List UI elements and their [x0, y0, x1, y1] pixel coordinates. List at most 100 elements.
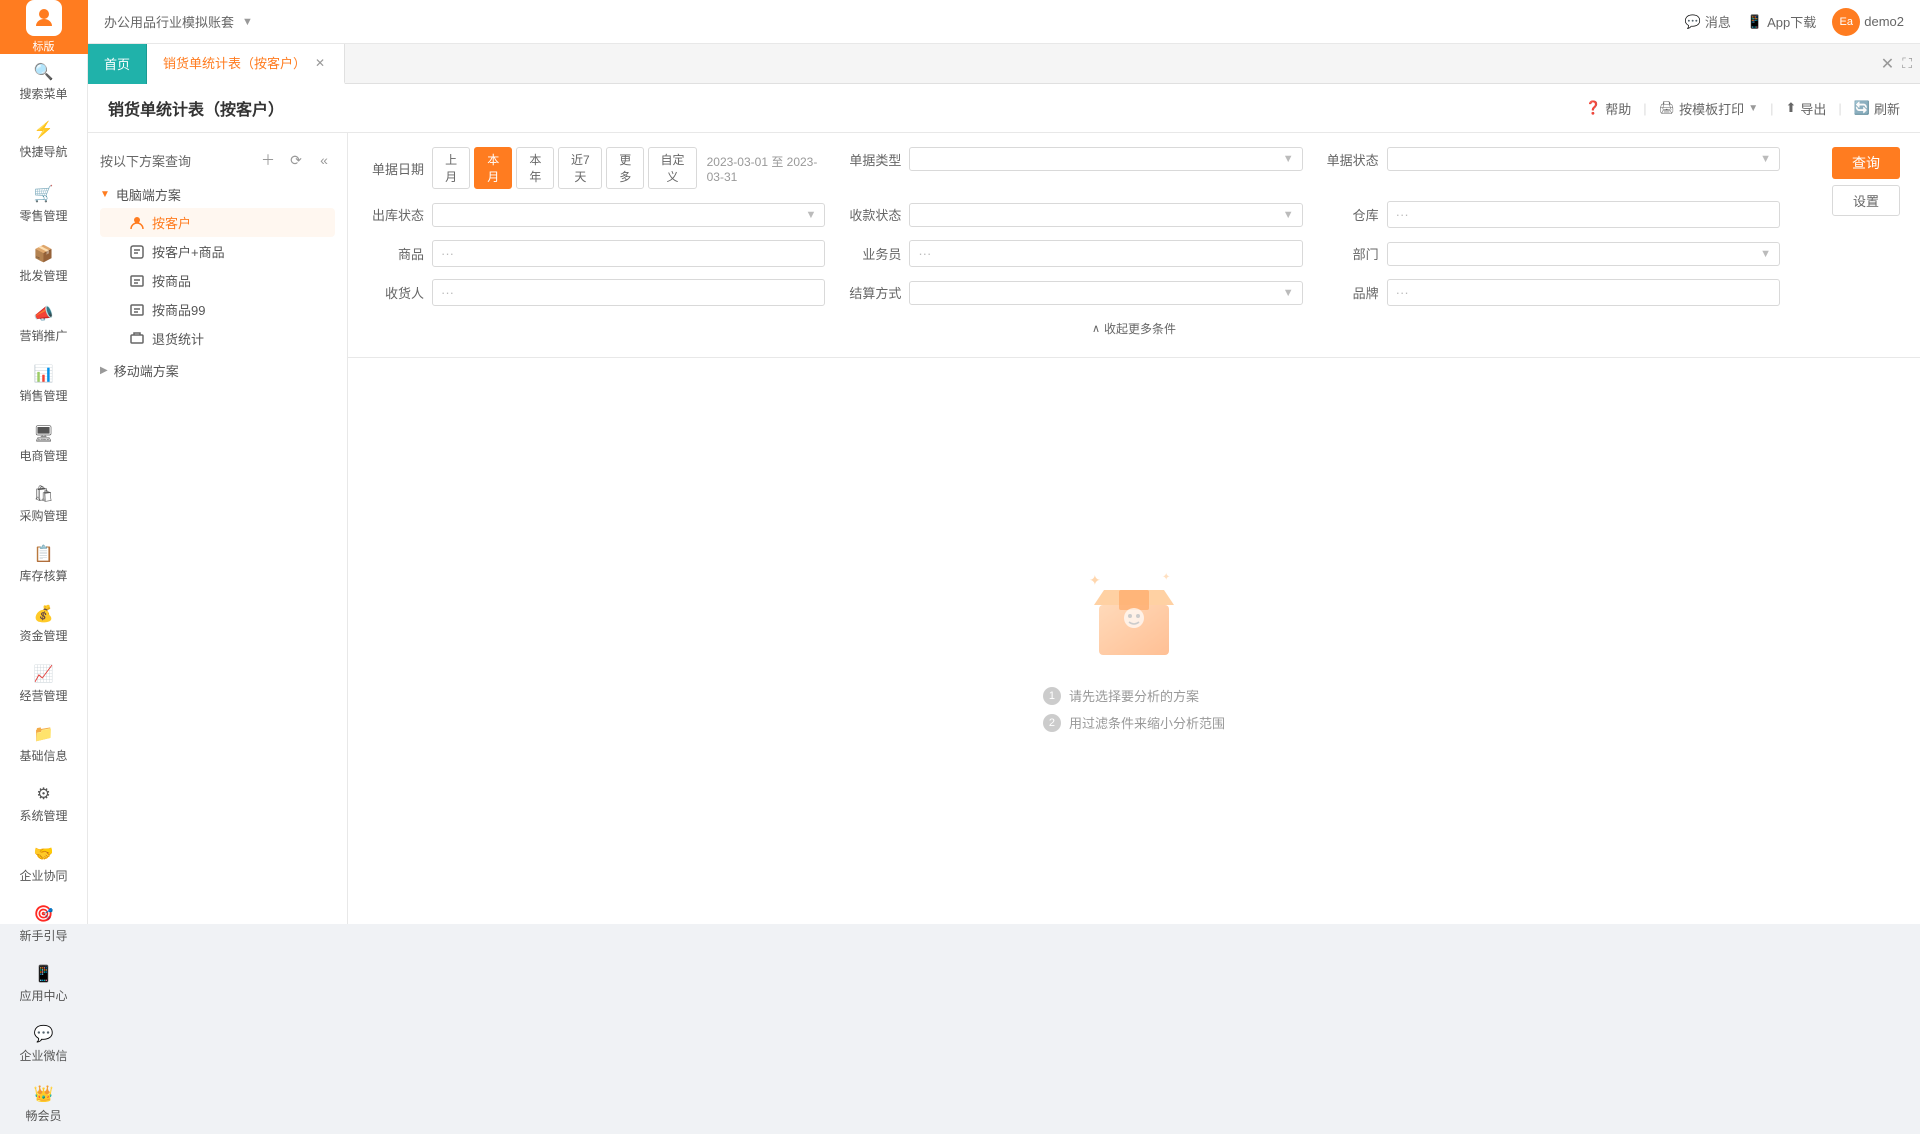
date-btn-more[interactable]: 更多: [606, 147, 644, 189]
tab-bar: 首页 销货单统计表（按客户） ✕ ✕ ⛶: [88, 44, 1920, 84]
sidebar-item-basic[interactable]: 📁 基础信息: [0, 714, 88, 774]
empty-illustration: ✦ ✦: [1074, 550, 1194, 670]
add-scheme-button[interactable]: ＋: [257, 149, 279, 171]
content: 销货单统计表（按客户） ❓ 帮助 | 🖨 按模板打印 ▼ | ⬆ 导出 |: [88, 84, 1920, 924]
sidebar-item-wholesale[interactable]: 📦 批发管理: [0, 234, 88, 294]
delivery-status-label: 出库状态: [368, 205, 424, 224]
user-profile[interactable]: Ea demo2: [1832, 8, 1904, 36]
date-btn-custom[interactable]: 自定义: [648, 147, 696, 189]
collapse-label: 收起更多条件: [1104, 320, 1176, 337]
scheme-item-by-goods[interactable]: 按商品: [100, 266, 335, 295]
scheme-item-by-customer-goods[interactable]: 按客户+商品: [100, 237, 335, 266]
close-window-icon[interactable]: ✕: [1881, 54, 1894, 74]
payment-status-select[interactable]: ▼: [909, 203, 1302, 227]
date-btn-this-month[interactable]: 本月: [474, 147, 512, 189]
collapse-bar[interactable]: ∧ 收起更多条件: [368, 314, 1900, 343]
settings-button[interactable]: 设置: [1832, 185, 1900, 216]
sidebar-item-quick-nav-label: 快捷导航: [19, 143, 67, 160]
scheme-item-by-goods-99[interactable]: 按商品99: [100, 295, 335, 324]
message-label: 消息: [1705, 12, 1731, 31]
settlement-select[interactable]: ▼: [909, 281, 1302, 305]
sidebar-item-finance[interactable]: 💰 资金管理: [0, 594, 88, 654]
sidebar-item-ecommerce[interactable]: 🖥 电商管理: [0, 414, 88, 474]
refresh-scheme-button[interactable]: ⟳: [285, 149, 307, 171]
sidebar-item-member-label: 畅会员: [25, 1107, 61, 1124]
filter-area: 单据日期 上月 本月 本年 近7天 更多 自定义 2023-03-01 至 20…: [348, 133, 1920, 358]
sidebar-item-purchase[interactable]: 🛍 采购管理: [0, 474, 88, 534]
filter-payment-item: 收款状态 ▼: [845, 203, 1302, 227]
sidebar-item-system[interactable]: ⚙ 系统管理: [0, 774, 88, 834]
by-customer-icon: [128, 214, 146, 232]
tab-sales-stats[interactable]: 销货单统计表（按客户） ✕: [147, 44, 345, 84]
sidebar-item-sales[interactable]: 📊 销售管理: [0, 354, 88, 414]
divider-1: |: [1643, 101, 1646, 116]
warehouse-select[interactable]: ···: [1387, 201, 1780, 228]
export-button[interactable]: ⬆ 导出: [1785, 99, 1826, 118]
date-btn-last-7-days[interactable]: 近7天: [558, 147, 602, 189]
delivery-status-select[interactable]: ▼: [432, 203, 825, 227]
category-desktop-label: 电脑端方案: [116, 185, 181, 204]
sidebar-item-operations[interactable]: 📈 经营管理: [0, 654, 88, 714]
scheme-item-by-goods-99-label: 按商品99: [152, 300, 323, 319]
query-button[interactable]: 查询: [1832, 147, 1900, 179]
category-mobile-label: 移动端方案: [114, 361, 179, 380]
scheme-category-desktop-header[interactable]: ▼ 电脑端方案: [100, 181, 335, 208]
purchase-icon: 🛍: [34, 484, 54, 504]
bill-type-select[interactable]: ▼: [909, 147, 1302, 171]
salesperson-select[interactable]: ···: [909, 240, 1302, 267]
category-arrow-icon: ▼: [100, 189, 110, 200]
goods-label: 商品: [368, 244, 424, 263]
sidebar-item-marketing[interactable]: 📣 营销推广: [0, 294, 88, 354]
date-btn-last-month[interactable]: 上月: [432, 147, 470, 189]
hint-1-text: 请先选择要分析的方案: [1069, 686, 1199, 705]
sidebar-item-retail[interactable]: 🛒 零售管理: [0, 174, 88, 234]
department-label: 部门: [1323, 244, 1379, 263]
finance-icon: 💰: [34, 604, 54, 624]
bill-status-select[interactable]: ▼: [1387, 147, 1780, 171]
goods-select[interactable]: ···: [432, 240, 825, 267]
print-dropdown-icon: ▼: [1748, 103, 1758, 114]
brand-select[interactable]: ···: [1387, 279, 1780, 306]
enterprise-wechat-icon: 💬: [34, 1024, 54, 1044]
sidebar-item-member[interactable]: 👑 畅会员: [0, 1074, 88, 1134]
app-download-label: App下载: [1767, 12, 1816, 31]
header-left: 办公用品行业模拟账套 ▼: [104, 12, 253, 31]
collapse-panel-button[interactable]: «: [313, 149, 335, 171]
logo[interactable]: 标版: [0, 0, 88, 54]
maximize-icon[interactable]: ⛶: [1902, 55, 1912, 72]
panel-header: 按以下方案查询 ＋ ⟳ «: [88, 145, 347, 179]
empty-hints: 1 请先选择要分析的方案 2 用过滤条件来缩小分析范围: [1043, 686, 1225, 732]
operations-icon: 📈: [34, 664, 54, 684]
inner-layout: 按以下方案查询 ＋ ⟳ « ▼ 电脑端方案: [88, 133, 1920, 924]
scheme-item-by-customer[interactable]: 按客户: [100, 208, 335, 237]
sidebar-item-app-center[interactable]: 📱 应用中心: [0, 954, 88, 1014]
scheme-category-mobile-header[interactable]: ▶ 移动端方案: [100, 357, 335, 384]
sidebar-item-search-label: 搜索菜单: [19, 85, 67, 102]
scheme-item-return-stats[interactable]: 退货统计: [100, 324, 335, 353]
filter-salesperson-item: 业务员 ···: [845, 240, 1302, 267]
sidebar-item-enterprise[interactable]: 🤝 企业协同: [0, 834, 88, 894]
sidebar-item-quick-nav[interactable]: ⚡ 快捷导航: [0, 110, 88, 170]
sidebar-item-inventory[interactable]: 📋 库存核算: [0, 534, 88, 594]
empty-hint-2: 2 用过滤条件来缩小分析范围: [1043, 713, 1225, 732]
filter-recipient-item: 收货人 ···: [368, 279, 825, 306]
basic-icon: 📁: [34, 724, 54, 744]
department-select[interactable]: ▼: [1387, 242, 1780, 266]
panel-header-title: 按以下方案查询: [100, 151, 191, 170]
inventory-icon: 📋: [34, 544, 54, 564]
app-download-button[interactable]: 📱 App下载: [1747, 12, 1816, 31]
template-print-button[interactable]: 🖨 按模板打印 ▼: [1659, 99, 1758, 118]
recipient-select[interactable]: ···: [432, 279, 825, 306]
message-button[interactable]: 💬 消息: [1685, 12, 1731, 31]
sidebar-item-newbie[interactable]: 🎯 新手引导: [0, 894, 88, 954]
refresh-button[interactable]: 🔄 刷新: [1854, 99, 1900, 118]
warehouse-dots: ···: [1396, 207, 1409, 222]
tab-close-icon[interactable]: ✕: [312, 55, 328, 71]
sidebar-item-search[interactable]: 🔍 搜索菜单: [0, 54, 88, 110]
help-button[interactable]: ❓ 帮助: [1585, 99, 1631, 118]
bill-type-chevron-icon: ▼: [1283, 153, 1294, 165]
search-icon: 🔍: [34, 62, 54, 82]
tab-home[interactable]: 首页: [88, 44, 147, 84]
sidebar-item-enterprise-wechat[interactable]: 💬 企业微信: [0, 1014, 88, 1074]
date-btn-this-year[interactable]: 本年: [516, 147, 554, 189]
